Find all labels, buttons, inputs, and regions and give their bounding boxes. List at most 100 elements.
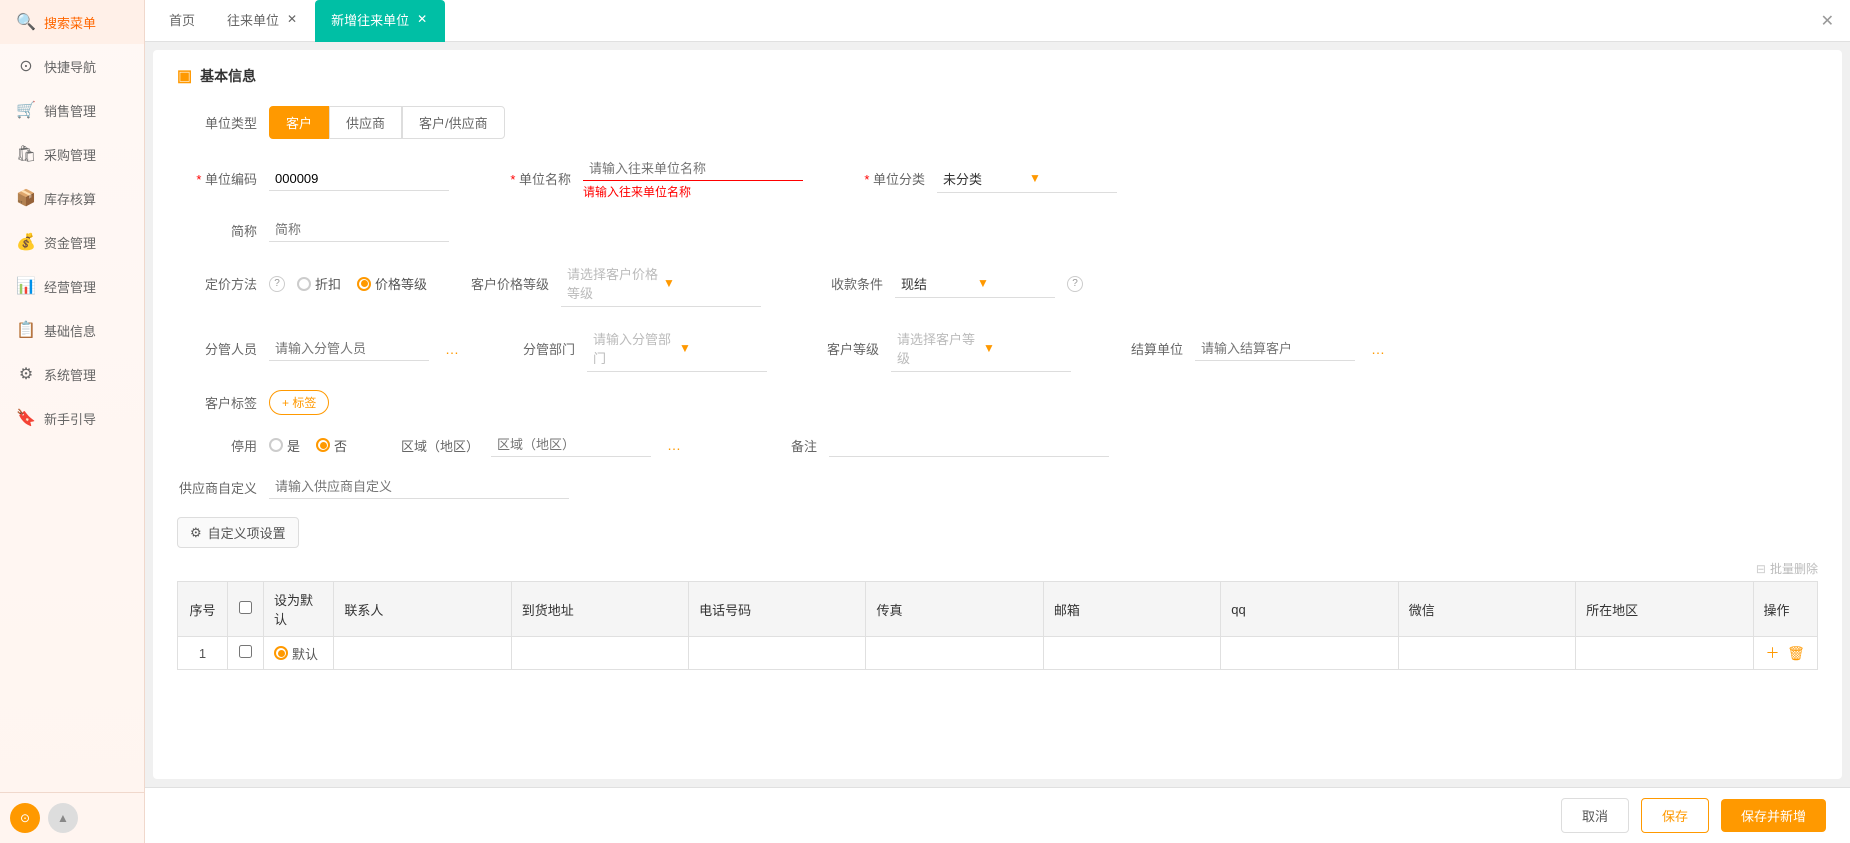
row-contact[interactable]: [334, 637, 511, 670]
payment-terms-select[interactable]: 现结 ▼: [895, 270, 1055, 298]
sidebar-bottom-btn1[interactable]: ⊙: [10, 803, 40, 833]
sidebar-item-quicknav[interactable]: ⊙ 快捷导航: [0, 44, 144, 88]
payment-terms-chevron: ▼: [977, 276, 1049, 290]
inventory-icon: 📦: [16, 188, 36, 208]
customer-level-select[interactable]: 请选择客户等级 ▼: [891, 325, 1071, 372]
sidebar-item-sales[interactable]: 🛒 销售管理: [0, 88, 144, 132]
sidebar: 🔍 搜索菜单 ⊙ 快捷导航 🛒 销售管理 🛍 采购管理 📦 库存核算 💰 资金管…: [0, 0, 145, 843]
dept-label: 分管部门: [495, 339, 575, 358]
tab-new-partner-close[interactable]: ✕: [415, 12, 429, 26]
pricing-radio-level[interactable]: 价格等级: [357, 274, 427, 293]
row-address[interactable]: [511, 637, 688, 670]
row-region[interactable]: [1576, 637, 1753, 670]
row-actions: ＋ 🗑: [1753, 637, 1817, 670]
manager-input[interactable]: [269, 337, 429, 361]
basic-icon: 📋: [16, 320, 36, 340]
manager-dots[interactable]: …: [441, 341, 463, 357]
unit-type-supplier[interactable]: 供应商: [329, 106, 402, 139]
row-qq-input[interactable]: [1231, 646, 1388, 661]
col-action: 操作: [1753, 582, 1817, 637]
disabled-radio-no[interactable]: 否: [316, 436, 347, 455]
tab-new-partner[interactable]: 新增往来单位 ✕: [315, 0, 445, 42]
note-input[interactable]: [829, 433, 1109, 457]
sidebar-item-basic[interactable]: 📋 基础信息: [0, 308, 144, 352]
row-region-input[interactable]: [1586, 646, 1742, 661]
pricing-circle-discount: [297, 277, 311, 291]
code-name-category-row: 单位编码 单位名称 请输入往来单位名称 单位分类 未分类 ▼: [177, 157, 1818, 200]
row-phone-input[interactable]: [699, 646, 855, 661]
col-checkbox: [228, 582, 264, 637]
tab-home[interactable]: 首页: [153, 0, 211, 42]
alias-label: 简称: [177, 221, 257, 240]
unit-type-group: 客户 供应商 客户/供应商: [269, 106, 505, 139]
settlement-unit-input[interactable]: [1195, 337, 1355, 361]
sidebar-item-finance[interactable]: 💰 资金管理: [0, 220, 144, 264]
unit-type-row: 单位类型 客户 供应商 客户/供应商: [177, 106, 1818, 139]
supplier-custom-input[interactable]: [269, 475, 569, 499]
row-email-input[interactable]: [1054, 646, 1210, 661]
unit-code-input[interactable]: [269, 167, 449, 191]
pricing-row: 定价方法 ? 折扣 价格等级 客户价格等级 请选择客户价格等级 ▼: [177, 260, 1818, 307]
row-phone[interactable]: [689, 637, 866, 670]
sidebar-item-purchase[interactable]: 🛍 采购管理: [0, 132, 144, 176]
select-all-checkbox[interactable]: [239, 601, 252, 614]
add-tag-button[interactable]: + 标签: [269, 390, 329, 415]
tag-label: 客户标签: [177, 393, 257, 412]
settlement-dots[interactable]: …: [1367, 341, 1389, 357]
tab-partners-close[interactable]: ✕: [285, 12, 299, 26]
row-checkbox[interactable]: [239, 645, 252, 658]
row-wechat-input[interactable]: [1409, 646, 1565, 661]
sidebar-item-guide[interactable]: 🔖 新手引导: [0, 396, 144, 440]
sidebar-item-inventory[interactable]: 📦 库存核算: [0, 176, 144, 220]
custom-settings-button[interactable]: ⚙ 自定义项设置: [177, 517, 299, 548]
sidebar-bottom-btn2[interactable]: ▲: [48, 803, 78, 833]
disabled-radio-yes[interactable]: 是: [269, 436, 300, 455]
save-new-button[interactable]: 保存并新增: [1721, 799, 1826, 832]
disabled-circle-no: [316, 438, 330, 452]
row-add-button[interactable]: ＋: [1764, 643, 1782, 663]
row-email[interactable]: [1043, 637, 1220, 670]
row-delete-button[interactable]: 🗑: [1785, 645, 1807, 662]
row-fax-input[interactable]: [876, 646, 1032, 661]
contacts-table: 序号 设为默认 联系人 到货地址 电话号码 传真 邮箱 qq 微信 所在地区 操…: [177, 581, 1818, 670]
row-wechat[interactable]: [1398, 637, 1575, 670]
settlement-unit-label: 结算单位: [1103, 339, 1183, 358]
finance-icon: 💰: [16, 232, 36, 252]
customer-price-select[interactable]: 请选择客户价格等级 ▼: [561, 260, 761, 307]
region-dots[interactable]: …: [663, 437, 685, 453]
pricing-help-icon[interactable]: ?: [269, 276, 285, 292]
customer-level-label: 客户等级: [799, 339, 879, 358]
row-fax[interactable]: [866, 637, 1043, 670]
row-address-input[interactable]: [522, 646, 678, 661]
batch-delete-area: ⊟ 批量删除: [177, 560, 1818, 577]
unit-name-input[interactable]: [583, 157, 803, 181]
unit-category-chevron: ▼: [1029, 171, 1111, 185]
alias-input[interactable]: [269, 218, 449, 242]
table-header-row: 序号 设为默认 联系人 到货地址 电话号码 传真 邮箱 qq 微信 所在地区 操…: [178, 582, 1818, 637]
unit-name-error: 请输入往来单位名称: [583, 183, 803, 200]
row-qq[interactable]: [1221, 637, 1399, 670]
col-default: 设为默认: [264, 582, 334, 637]
unit-category-label: 单位分类: [845, 169, 925, 188]
alias-row: 简称: [177, 218, 1818, 242]
cancel-button[interactable]: 取消: [1561, 798, 1629, 833]
dept-select[interactable]: 请输入分管部门 ▼: [587, 325, 767, 372]
unit-category-select[interactable]: 未分类 ▼: [937, 165, 1117, 193]
tabbar-close-all[interactable]: ✕: [1813, 11, 1842, 31]
table-row: 1 默认: [178, 637, 1818, 670]
tab-partners[interactable]: 往来单位 ✕: [211, 0, 315, 42]
sidebar-item-system[interactable]: ⚙ 系统管理: [0, 352, 144, 396]
sidebar-item-search[interactable]: 🔍 搜索菜单: [0, 0, 144, 44]
sidebar-bottom: ⊙ ▲: [0, 792, 144, 843]
pricing-radio-discount[interactable]: 折扣: [297, 274, 341, 293]
system-icon: ⚙: [16, 364, 36, 384]
unit-type-both[interactable]: 客户/供应商: [402, 106, 505, 139]
disabled-circle-yes: [269, 438, 283, 452]
payment-help-icon[interactable]: ?: [1067, 276, 1083, 292]
sidebar-item-operations[interactable]: 📊 经营管理: [0, 264, 144, 308]
unit-type-customer[interactable]: 客户: [269, 106, 329, 139]
row-contact-input[interactable]: [344, 646, 500, 661]
region-input[interactable]: [491, 433, 651, 457]
row-default-radio[interactable]: 默认: [274, 644, 323, 663]
save-button[interactable]: 保存: [1641, 798, 1709, 833]
